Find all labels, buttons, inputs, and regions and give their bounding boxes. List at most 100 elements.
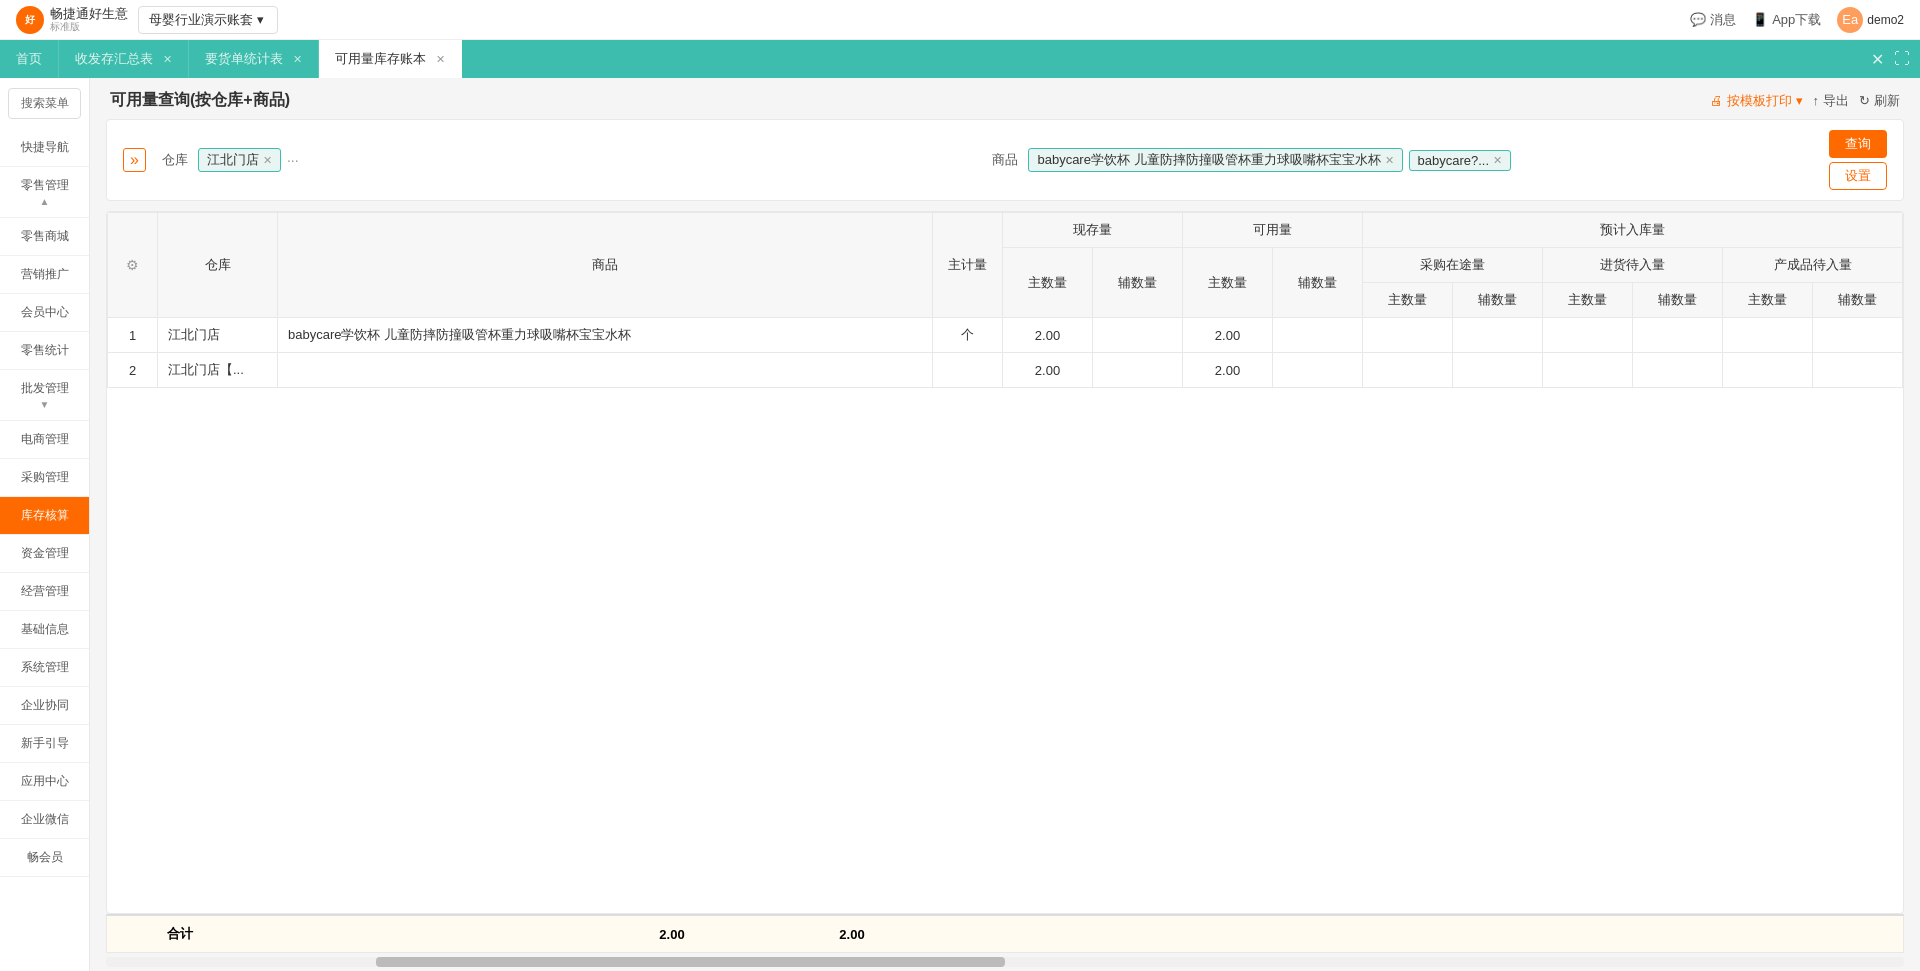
avatar: Ea: [1837, 7, 1863, 33]
chevron-down-icon-print: ▾: [1796, 93, 1803, 108]
sidebar-item-retail-stats[interactable]: 零售统计: [0, 332, 89, 370]
warehouse-filter-label: 仓库: [162, 151, 188, 169]
th-current-stock: 现存量: [1003, 213, 1183, 248]
sidebar-item-sys-mgmt[interactable]: 系统管理: [0, 649, 89, 687]
close-all-icon[interactable]: ✕: [1871, 50, 1884, 69]
warehouse-tag-close[interactable]: ✕: [263, 154, 272, 167]
summary-label: 合计: [157, 925, 277, 943]
filter-actions: 查询 设置: [1829, 130, 1887, 190]
query-button[interactable]: 查询: [1829, 130, 1887, 158]
template-print-button[interactable]: 🖨 按模板打印 ▾: [1710, 92, 1803, 110]
sidebar-item-member[interactable]: 会员中心: [0, 294, 89, 332]
summary-current-main: 2.00: [627, 927, 717, 942]
sidebar-item-wholesale[interactable]: 批发管理 ▼: [0, 370, 89, 421]
refresh-icon: ↻: [1859, 93, 1870, 108]
th-inbound-pending-aux: 辅数量: [1633, 283, 1723, 318]
tab-collection-summary[interactable]: 收发存汇总表 ✕: [59, 40, 189, 78]
product-tag-1-close[interactable]: ✕: [1385, 154, 1394, 167]
sidebar-item-enterprise[interactable]: 企业协同: [0, 687, 89, 725]
cell-product-1: babycare学饮杯 儿童防摔防撞吸管杯重力球吸嘴杯宝宝水杯: [278, 318, 933, 353]
cell-available-aux-2: [1273, 353, 1363, 388]
th-purchase-transit: 采购在途量: [1363, 248, 1543, 283]
cell-purchase-transit-aux-2: [1453, 353, 1543, 388]
cell-current-aux-2: [1093, 353, 1183, 388]
tab-home[interactable]: 首页: [0, 40, 59, 78]
cell-production-pending-main-2: [1723, 353, 1813, 388]
app-download-button[interactable]: 📱 App下载: [1752, 11, 1821, 29]
sidebar-item-app-center[interactable]: 应用中心: [0, 763, 89, 801]
export-icon: ↑: [1813, 93, 1820, 108]
sidebar-item-ecommerce[interactable]: 电商管理: [0, 421, 89, 459]
cell-current-main-2: 2.00: [1003, 353, 1093, 388]
th-unit: 主计量: [933, 213, 1003, 318]
warehouse-tag: 江北门店 ✕: [198, 148, 281, 172]
sidebar-search-area: 搜索菜单: [0, 78, 89, 129]
cell-current-aux-1: [1093, 318, 1183, 353]
th-available-aux: 辅数量: [1273, 248, 1363, 318]
cell-available-main-1: 2.00: [1183, 318, 1273, 353]
warehouse-filter-tags: 江北门店 ✕ ···: [198, 148, 983, 172]
product-filter-tags: babycare学饮杯 儿童防摔防撞吸管杯重力球吸嘴杯宝宝水杯 ✕ babyca…: [1028, 148, 1813, 172]
column-settings-icon[interactable]: ⚙: [126, 257, 139, 273]
chevron-icon: ▲: [40, 196, 50, 207]
search-menu-button[interactable]: 搜索菜单: [8, 88, 81, 119]
cell-available-main-2: 2.00: [1183, 353, 1273, 388]
cell-purchase-transit-aux-1: [1453, 318, 1543, 353]
cell-no-2: 2: [108, 353, 158, 388]
logo-text: 畅捷通好生意 标准版: [50, 6, 128, 34]
th-production-pending: 产成品待入量: [1723, 248, 1903, 283]
sidebar-item-finance[interactable]: 资金管理: [0, 535, 89, 573]
filter-more-icon[interactable]: ···: [287, 152, 299, 168]
sidebar-item-retail-mall[interactable]: 零售商城: [0, 218, 89, 256]
sidebar-item-vip[interactable]: 畅会员: [0, 839, 89, 877]
horizontal-scrollbar[interactable]: [106, 957, 1904, 967]
setting-button[interactable]: 设置: [1829, 162, 1887, 190]
table-row: 1 江北门店 babycare学饮杯 儿童防摔防撞吸管杯重力球吸嘴杯宝宝水杯 个…: [108, 318, 1903, 353]
product-tag-2-close[interactable]: ✕: [1493, 154, 1502, 167]
sidebar-item-basic-info[interactable]: 基础信息: [0, 611, 89, 649]
printer-icon: 🖨: [1710, 93, 1723, 108]
cell-available-aux-1: [1273, 318, 1363, 353]
sidebar-item-operations[interactable]: 经营管理: [0, 573, 89, 611]
cell-unit-1: 个: [933, 318, 1003, 353]
industry-selector[interactable]: 母婴行业演示账套 ▾: [138, 6, 278, 34]
content-area: 可用量查询(按仓库+商品) 🖨 按模板打印 ▾ ↑ 导出 ↻ 刷新 »: [90, 78, 1920, 971]
data-table: ⚙ 仓库 商品 主计量 现存量 可用量 预计入库量 主数量 辅数量 主数量 辅数…: [107, 212, 1903, 388]
sidebar-item-purchase[interactable]: 采购管理: [0, 459, 89, 497]
export-button[interactable]: ↑ 导出: [1813, 92, 1850, 110]
th-inbound-pending: 进货待入量: [1543, 248, 1723, 283]
table-container: ⚙ 仓库 商品 主计量 现存量 可用量 预计入库量 主数量 辅数量 主数量 辅数…: [106, 211, 1904, 914]
th-current-main: 主数量: [1003, 248, 1093, 318]
tab-order-stats[interactable]: 要货单统计表 ✕: [189, 40, 319, 78]
tab-close-available[interactable]: ✕: [436, 53, 445, 66]
filter-toggle-button[interactable]: »: [123, 148, 146, 172]
sidebar-item-quick-nav[interactable]: 快捷导航: [0, 129, 89, 167]
th-settings: ⚙: [108, 213, 158, 318]
sidebar-item-retail-mgmt[interactable]: 零售管理 ▲: [0, 167, 89, 218]
expand-icon[interactable]: ⛶: [1894, 50, 1910, 68]
cell-production-pending-aux-1: [1813, 318, 1903, 353]
sidebar-item-new-guide[interactable]: 新手引导: [0, 725, 89, 763]
th-production-pending-aux: 辅数量: [1813, 283, 1903, 318]
sidebar-item-inventory[interactable]: 库存核算: [0, 497, 89, 535]
cell-warehouse-2: 江北门店【...: [158, 353, 278, 388]
top-header: 好 畅捷通好生意 标准版 母婴行业演示账套 ▾ 💬 消息 📱 App下载 Ea …: [0, 0, 1920, 40]
th-available-main: 主数量: [1183, 248, 1273, 318]
th-production-pending-main: 主数量: [1723, 283, 1813, 318]
cell-production-pending-main-1: [1723, 318, 1813, 353]
message-button[interactable]: 💬 消息: [1690, 11, 1736, 29]
chevron-down-icon: ▾: [257, 12, 264, 27]
th-available: 可用量: [1183, 213, 1363, 248]
nav-tabs-right: ✕ ⛶: [1861, 40, 1920, 78]
tab-close-collection[interactable]: ✕: [163, 53, 172, 66]
sidebar-item-marketing[interactable]: 营销推广: [0, 256, 89, 294]
user-profile[interactable]: Ea demo2: [1837, 7, 1904, 33]
refresh-button[interactable]: ↻ 刷新: [1859, 92, 1900, 110]
tab-close-order[interactable]: ✕: [293, 53, 302, 66]
tab-available-inventory[interactable]: 可用量库存账本 ✕: [319, 40, 462, 78]
cell-current-main-1: 2.00: [1003, 318, 1093, 353]
nav-tabs-bar: 首页 收发存汇总表 ✕ 要货单统计表 ✕ 可用量库存账本 ✕ ✕ ⛶: [0, 40, 1920, 78]
product-filter-label: 商品: [992, 151, 1018, 169]
sidebar-item-enterprise-wechat[interactable]: 企业微信: [0, 801, 89, 839]
main-layout: 搜索菜单 快捷导航 零售管理 ▲ 零售商城 营销推广 会员中心 零售统计 批发管…: [0, 78, 1920, 971]
